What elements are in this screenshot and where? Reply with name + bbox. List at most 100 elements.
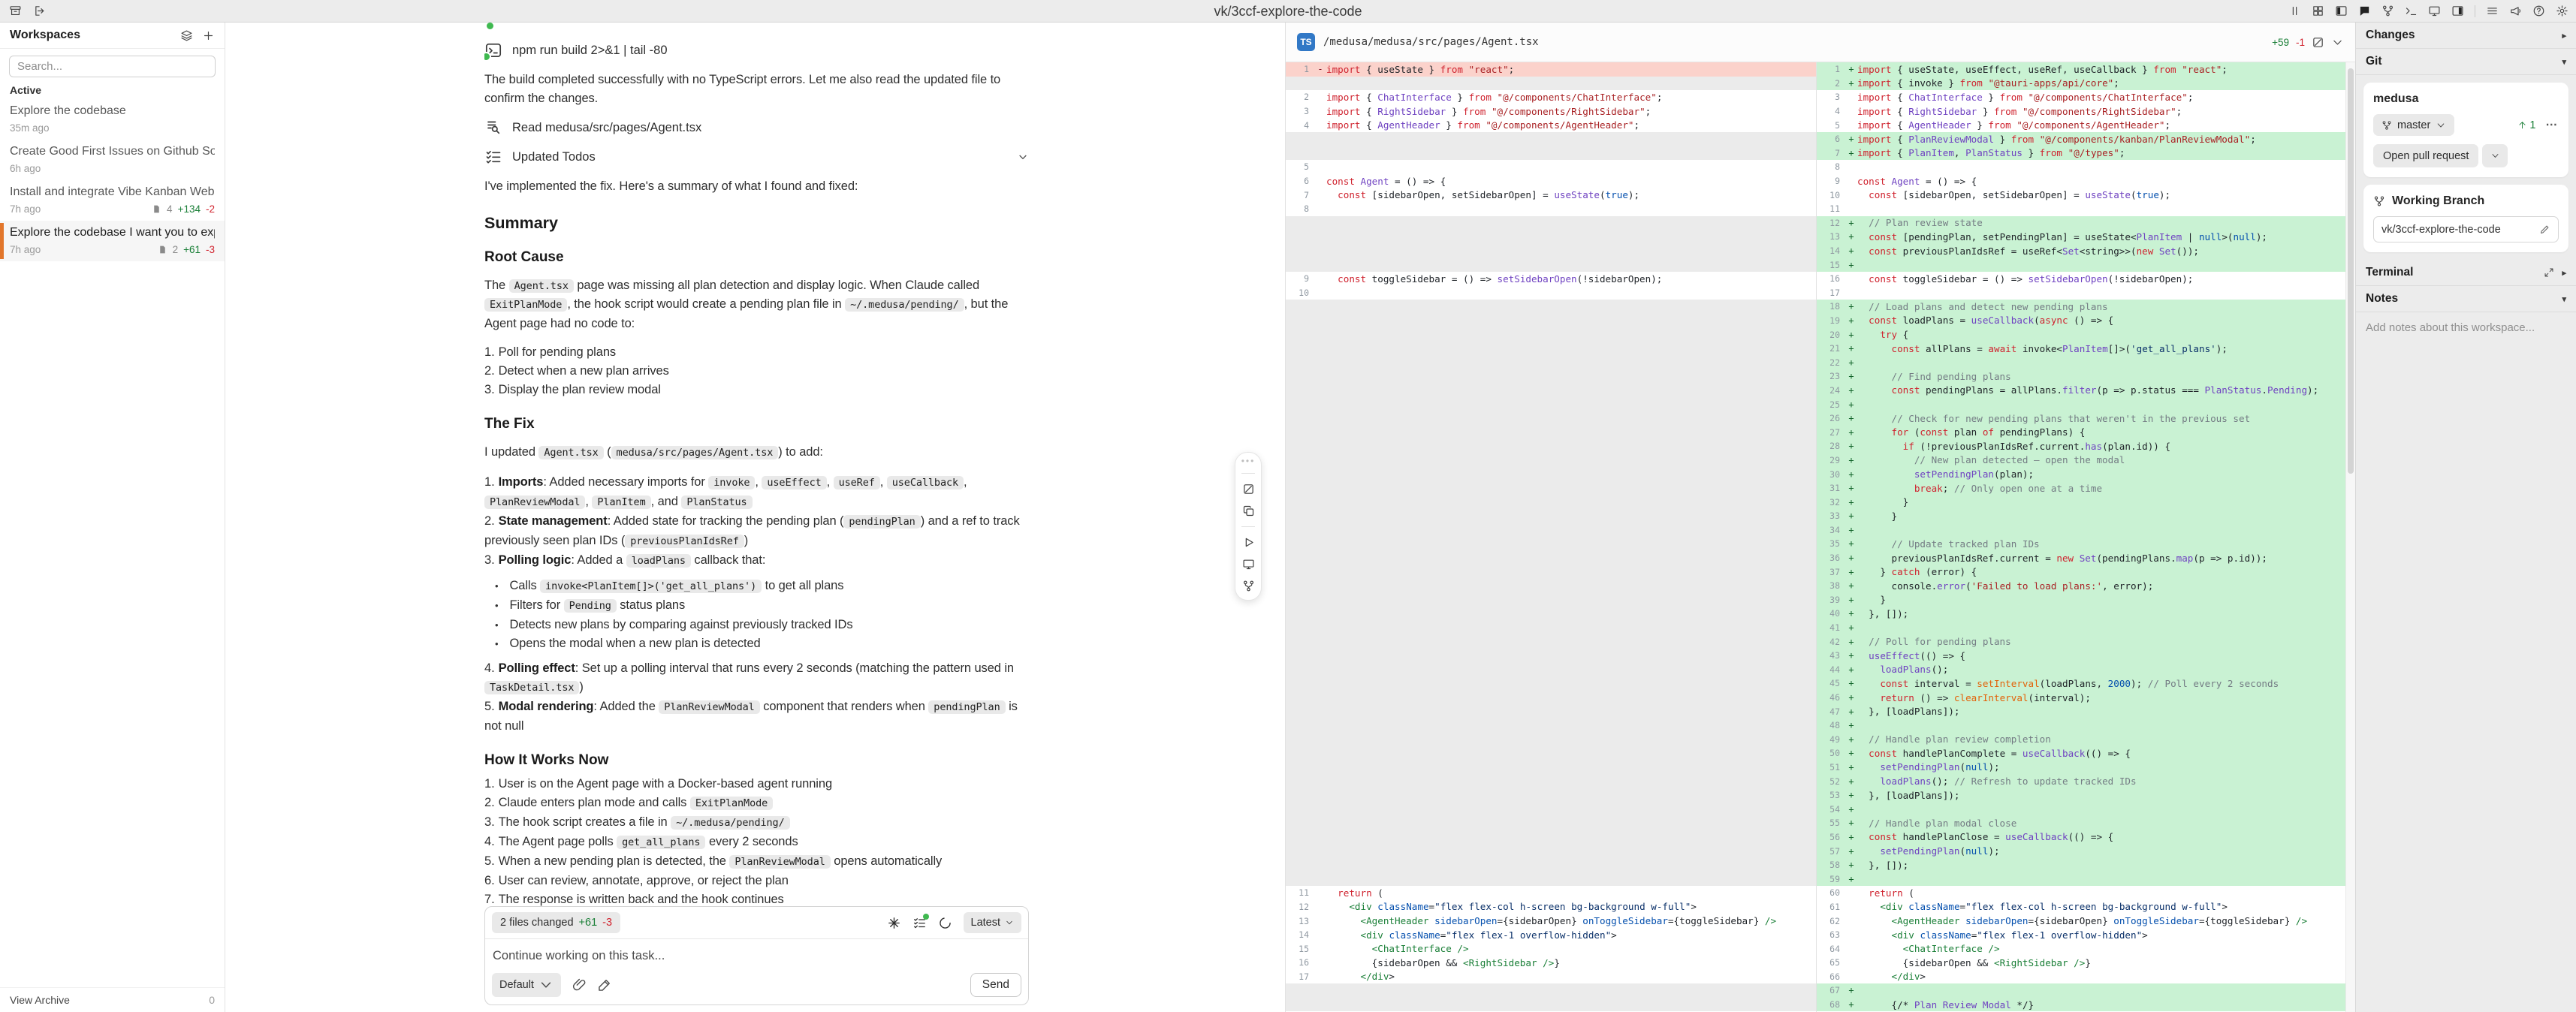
diff-line: 22+ — [1817, 355, 2346, 369]
more-options-button[interactable]: ⋯ — [2546, 118, 2559, 132]
message-input[interactable]: Continue working on this task... — [485, 939, 1028, 966]
slash-square-icon[interactable] — [1242, 483, 1255, 495]
layout-grid-icon[interactable] — [2312, 5, 2324, 17]
chevron-down-icon[interactable] — [1017, 151, 1029, 163]
play-icon[interactable] — [1242, 536, 1255, 549]
diff-spacer-row — [1286, 551, 1816, 565]
git-branch-icon[interactable] — [1242, 580, 1255, 592]
composer: 2 files changed +61 -3 Latest Continue w… — [484, 906, 1029, 1005]
branch-selector[interactable]: master — [2373, 114, 2454, 136]
terminal-icon[interactable] — [2405, 5, 2418, 17]
monitor-icon[interactable] — [1242, 558, 1255, 571]
diff-spacer-row — [1286, 872, 1816, 886]
diff-line: 18+ // Load plans and detect new pending… — [1817, 300, 2346, 314]
list-item: 2.State management: Added state for trac… — [484, 512, 1029, 551]
burst-icon[interactable] — [887, 916, 901, 930]
search-input[interactable]: Search... — [9, 56, 216, 77]
panel-left-icon[interactable] — [2335, 5, 2348, 17]
workspace-stats: 2+61-3 — [158, 244, 215, 255]
diff-spacer-row — [1286, 998, 1816, 1012]
panel-right-icon[interactable] — [2451, 5, 2464, 17]
help-icon[interactable] — [2532, 5, 2545, 17]
tool-call-label: Read medusa/src/pages/Agent.tsx — [512, 121, 701, 135]
diff-line: 63 <div className="flex flex-1 overflow-… — [1817, 928, 2346, 942]
expand-icon[interactable] — [2544, 267, 2554, 278]
tool-call-row[interactable]: Read medusa/src/pages/Agent.tsx — [484, 119, 1029, 137]
notes-input[interactable]: Add notes about this workspace... — [2356, 312, 2576, 343]
list-item: 2.Detect when a new plan arrives — [484, 362, 1029, 381]
diff-spacer-row — [1286, 146, 1816, 161]
diff-spacer-row — [1286, 244, 1816, 258]
section-git[interactable]: Git▾ — [2356, 49, 2576, 75]
tool-call-row[interactable]: npm run build 2>&1 | tail -80 — [484, 41, 1029, 59]
working-branch-input[interactable]: vk/3ccf-explore-the-code — [2373, 216, 2559, 242]
repo-name: medusa — [2373, 92, 2559, 106]
workspace-item-4[interactable]: Explore the codebase I want you to exp7h… — [0, 221, 225, 261]
workspace-title: Explore the codebase — [10, 104, 215, 118]
workspace-item-1[interactable]: Explore the codebase35m ago — [0, 99, 225, 140]
workspace-item-3[interactable]: Install and integrate Vibe Kanban Web7h … — [0, 180, 225, 221]
gear-icon[interactable] — [2556, 5, 2568, 17]
message-heading: How It Works Now — [484, 752, 1029, 769]
diff-spacer-row — [1286, 369, 1816, 384]
inline-code: loadPlans — [626, 554, 691, 568]
diff-scrollbar[interactable] — [2345, 62, 2355, 1012]
section-notes[interactable]: Notes▾ — [2356, 286, 2576, 312]
copy-icon[interactable] — [1242, 504, 1255, 517]
pause-icon[interactable] — [2288, 5, 2301, 17]
attach-button[interactable] — [572, 977, 587, 992]
section-terminal[interactable]: Terminal ▸ — [2356, 260, 2576, 286]
add-workspace-button[interactable] — [202, 29, 215, 42]
diff-line: 2+import { invoke } from "@tauri-apps/ap… — [1817, 77, 2346, 91]
diff-spacer-row — [1286, 649, 1816, 663]
inline-code: useCallback — [887, 476, 964, 489]
diff-spacer-row — [1286, 523, 1816, 538]
view-archive-link[interactable]: View Archive — [10, 994, 70, 1006]
workspace-item-2[interactable]: Create Good First Issues on Github So p6… — [0, 140, 225, 180]
diff-old-column: 1-import { useState } from "react";2impo… — [1286, 62, 1816, 1012]
list-item: 3.Display the plan review modal — [484, 381, 1029, 399]
file-search-icon — [484, 119, 502, 137]
megaphone-icon[interactable] — [2509, 5, 2522, 17]
files-changed-badge[interactable]: 2 files changed +61 -3 — [492, 912, 620, 933]
diff-line: 47+ }, [loadPlans]); — [1817, 704, 2346, 718]
diff-line: 29+ // New plan detected — open the moda… — [1817, 453, 2346, 468]
arrow-up-icon — [2517, 120, 2527, 130]
floating-toolbar: ••• — [1235, 452, 1262, 601]
inline-code: TaskDetail.tsx — [484, 681, 579, 694]
diff-line: 27+ for (const plan of pendingPlans) { — [1817, 425, 2346, 439]
diff-line: 11 — [1817, 202, 2346, 216]
diff-line: 7 const [sidebarOpen, setSidebarOpen] = … — [1286, 188, 1816, 202]
diff-spacer-row — [1286, 439, 1816, 453]
collapse-file-icon[interactable] — [2331, 36, 2344, 49]
section-changes[interactable]: Changes▸ — [2356, 23, 2576, 49]
diff-file-header[interactable]: TS /medusa/medusa/src/pages/Agent.tsx +5… — [1286, 23, 2355, 62]
diff-line: 6+import { PlanReviewModal } from "@/com… — [1817, 132, 2346, 146]
git-branch-icon — [2381, 120, 2392, 131]
diff-spacer-row — [1286, 983, 1816, 998]
diff-line: 19+ const loadPlans = useCallback(async … — [1817, 314, 2346, 328]
chat-transcript[interactable]: npm run build 2>&1 | tail -80The build c… — [484, 23, 1029, 906]
tool-call-row[interactable]: Updated Todos — [484, 148, 1029, 166]
chat-bubble-icon[interactable] — [2358, 5, 2371, 17]
diff-line: 12+ // Plan review state — [1817, 216, 2346, 230]
edit-icon[interactable] — [2539, 224, 2550, 235]
diff-line: 57+ setPendingPlan(null); — [1817, 844, 2346, 858]
annotate-button[interactable] — [597, 977, 612, 992]
git-branch-icon[interactable] — [2381, 5, 2394, 17]
drag-handle[interactable]: ••• — [1241, 458, 1256, 464]
inline-code: PlanReviewModal — [484, 495, 585, 509]
mode-dropdown[interactable]: Default — [492, 973, 561, 997]
send-button[interactable]: Send — [970, 973, 1021, 997]
diff-view-toggle-icon[interactable] — [2312, 36, 2324, 49]
added-count: +61 — [579, 917, 598, 929]
layers-icon[interactable] — [180, 29, 193, 42]
latest-dropdown[interactable]: Latest — [964, 912, 1022, 933]
diff-line: 45+ const interval = setInterval(loadPla… — [1817, 676, 2346, 691]
open-pull-request-button[interactable]: Open pull request — [2373, 144, 2478, 167]
chevron-down-icon — [538, 977, 554, 992]
pr-options-button[interactable] — [2482, 144, 2508, 167]
file-icon — [158, 245, 167, 255]
monitor-icon[interactable] — [2428, 5, 2441, 17]
menu-icon[interactable] — [2486, 5, 2499, 17]
